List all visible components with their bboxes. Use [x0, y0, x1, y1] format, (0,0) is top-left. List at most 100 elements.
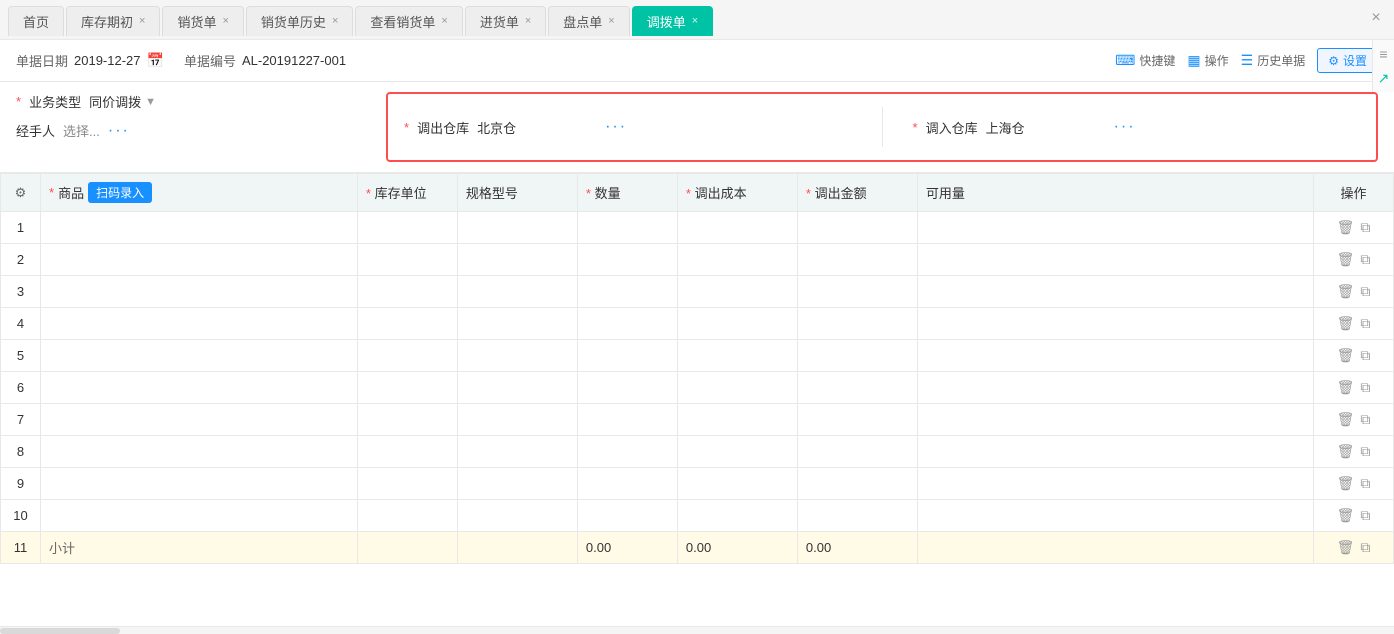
amount-cell[interactable] — [797, 468, 917, 500]
horizontal-scrollbar[interactable] — [0, 626, 1394, 634]
available-cell[interactable] — [917, 468, 1313, 500]
spec-cell[interactable] — [457, 276, 577, 308]
tab-purchase-order-close[interactable]: × — [525, 15, 531, 27]
unit-cell[interactable] — [357, 340, 457, 372]
available-cell[interactable] — [917, 308, 1313, 340]
spec-cell[interactable] — [457, 372, 577, 404]
copy-icon[interactable]: ⧉ — [1360, 539, 1370, 556]
copy-icon[interactable]: ⧉ — [1360, 219, 1370, 236]
available-cell[interactable] — [917, 340, 1313, 372]
product-cell[interactable] — [41, 340, 358, 372]
spec-cell[interactable] — [457, 212, 577, 244]
product-cell[interactable] — [41, 436, 358, 468]
amount-cell[interactable] — [797, 404, 917, 436]
transfer-out-more-icon[interactable]: ··· — [605, 118, 627, 136]
product-cell[interactable] — [41, 308, 358, 340]
tab-view-sales[interactable]: 查看销货单 × — [355, 6, 462, 36]
product-cell[interactable] — [41, 468, 358, 500]
handler-more-icon[interactable]: ··· — [108, 122, 130, 140]
product-cell[interactable] — [41, 404, 358, 436]
unit-cell[interactable] — [357, 404, 457, 436]
tab-view-sales-close[interactable]: × — [441, 15, 447, 27]
available-cell[interactable] — [917, 276, 1313, 308]
delete-icon[interactable]: 🗑 — [1337, 475, 1355, 492]
scan-button[interactable]: 扫码录入 — [88, 182, 152, 203]
copy-icon[interactable]: ⧉ — [1360, 475, 1370, 492]
amount-cell[interactable] — [797, 340, 917, 372]
tab-home[interactable]: 首页 — [8, 6, 64, 36]
unit-cell[interactable] — [357, 500, 457, 532]
unit-cell[interactable] — [357, 468, 457, 500]
spec-cell[interactable] — [457, 244, 577, 276]
gear-icon[interactable]: ⚙ — [15, 185, 27, 200]
tab-inventory-init[interactable]: 库存期初 × — [66, 6, 160, 36]
spec-cell[interactable] — [457, 340, 577, 372]
available-cell[interactable] — [917, 500, 1313, 532]
tab-transfer-order-close[interactable]: × — [692, 15, 698, 27]
delete-icon[interactable]: 🗑 — [1337, 379, 1355, 396]
amount-cell[interactable] — [797, 276, 917, 308]
amount-cell[interactable] — [797, 500, 917, 532]
spec-cell[interactable] — [457, 404, 577, 436]
cost-cell[interactable] — [677, 276, 797, 308]
available-cell[interactable] — [917, 212, 1313, 244]
biz-type-select[interactable]: 同价调拨 ▼ — [89, 92, 156, 111]
copy-icon[interactable]: ⧉ — [1360, 347, 1370, 364]
delete-icon[interactable]: 🗑 — [1337, 283, 1355, 300]
amount-cell[interactable] — [797, 244, 917, 276]
tab-inventory-check-close[interactable]: × — [608, 15, 614, 27]
copy-icon[interactable]: ⧉ — [1360, 411, 1370, 428]
product-cell[interactable] — [41, 500, 358, 532]
available-cell[interactable] — [917, 372, 1313, 404]
available-cell[interactable] — [917, 404, 1313, 436]
window-close-button[interactable]: × — [1366, 8, 1386, 28]
settings-button[interactable]: ⚙ 设置 — [1317, 48, 1378, 73]
sidebar-export-icon[interactable]: ↗ — [1374, 68, 1394, 88]
tab-purchase-order[interactable]: 进货单 × — [465, 6, 546, 36]
qty-cell[interactable] — [577, 468, 677, 500]
tab-transfer-order[interactable]: 调拨单 × — [632, 6, 713, 36]
copy-icon[interactable]: ⧉ — [1360, 283, 1370, 300]
qty-cell[interactable] — [577, 308, 677, 340]
spec-cell[interactable] — [457, 436, 577, 468]
amount-cell[interactable] — [797, 212, 917, 244]
cost-cell[interactable] — [677, 500, 797, 532]
delete-icon[interactable]: 🗑 — [1337, 539, 1355, 556]
product-cell[interactable] — [41, 372, 358, 404]
qty-cell[interactable] — [577, 500, 677, 532]
cost-cell[interactable] — [677, 436, 797, 468]
calendar-icon[interactable]: 📅 — [147, 52, 164, 69]
cost-cell[interactable] — [677, 468, 797, 500]
transfer-in-more-icon[interactable]: ··· — [1114, 118, 1136, 136]
spec-cell[interactable] — [457, 500, 577, 532]
copy-icon[interactable]: ⧉ — [1360, 315, 1370, 332]
delete-icon[interactable]: 🗑 — [1337, 251, 1355, 268]
unit-cell[interactable] — [357, 372, 457, 404]
spec-cell[interactable] — [457, 468, 577, 500]
scrollbar-thumb[interactable] — [0, 628, 120, 634]
unit-cell[interactable] — [357, 276, 457, 308]
available-cell[interactable] — [917, 244, 1313, 276]
copy-icon[interactable]: ⧉ — [1360, 251, 1370, 268]
qty-cell[interactable] — [577, 404, 677, 436]
tab-inventory-init-close[interactable]: × — [139, 15, 145, 27]
qty-cell[interactable] — [577, 372, 677, 404]
cost-cell[interactable] — [677, 340, 797, 372]
amount-cell[interactable] — [797, 308, 917, 340]
cost-cell[interactable] — [677, 244, 797, 276]
tab-sales-history-close[interactable]: × — [332, 15, 338, 27]
copy-icon[interactable]: ⧉ — [1360, 507, 1370, 524]
unit-cell[interactable] — [357, 436, 457, 468]
unit-cell[interactable] — [357, 244, 457, 276]
cost-cell[interactable] — [677, 308, 797, 340]
delete-icon[interactable]: 🗑 — [1337, 411, 1355, 428]
unit-cell[interactable] — [357, 308, 457, 340]
copy-icon[interactable]: ⧉ — [1360, 379, 1370, 396]
spec-cell[interactable] — [457, 308, 577, 340]
qty-cell[interactable] — [577, 340, 677, 372]
product-cell[interactable] — [41, 244, 358, 276]
amount-cell[interactable] — [797, 372, 917, 404]
qty-cell[interactable] — [577, 244, 677, 276]
amount-cell[interactable] — [797, 436, 917, 468]
handler-input[interactable]: 选择... — [63, 121, 100, 140]
